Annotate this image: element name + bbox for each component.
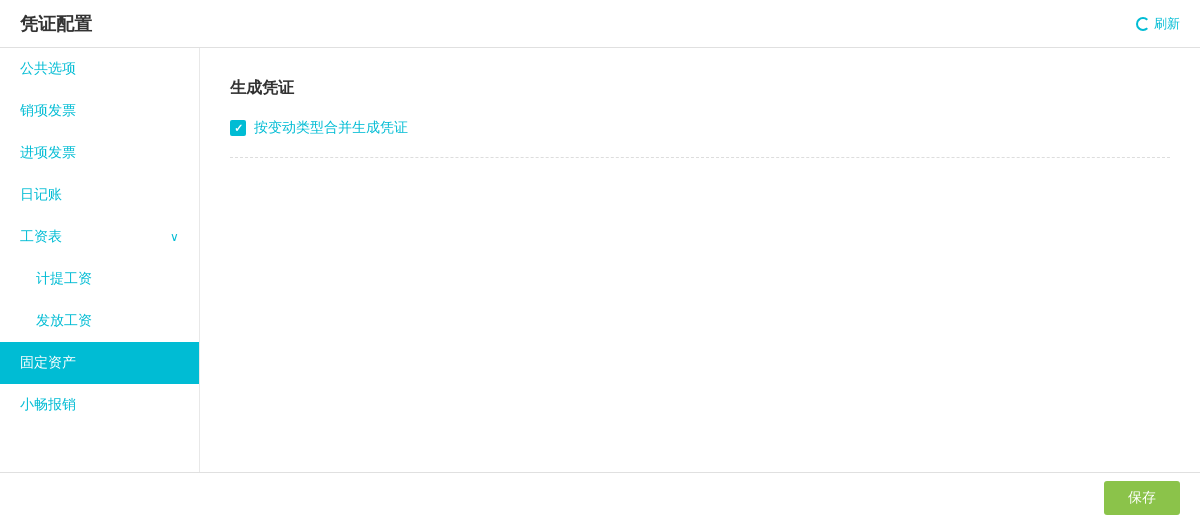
sidebar-item-label: 固定资产 (20, 354, 76, 372)
sidebar-item-label: 工资表 (20, 228, 62, 246)
refresh-label: 刷新 (1154, 15, 1180, 33)
page-title: 凭证配置 (20, 12, 92, 36)
refresh-icon (1136, 17, 1150, 31)
sidebar: 公共选项销项发票进项发票日记账工资表 ∨ 计提工资发放工资固定资产小畅报销 (0, 48, 200, 472)
sidebar-item-label: 发放工资 (36, 312, 92, 330)
refresh-button[interactable]: 刷新 (1136, 15, 1180, 33)
sidebar-item-label: 日记账 (20, 186, 62, 204)
page-wrapper: 凭证配置 刷新 公共选项销项发票进项发票日记账工资表 ∨ 计提工资发放工资固定资产小… (0, 0, 1200, 522)
sidebar-item-sales-invoice[interactable]: 销项发票 (0, 90, 199, 132)
merge-checkbox[interactable] (230, 120, 246, 136)
sidebar-item-payroll[interactable]: 工资表 ∨ (0, 216, 199, 258)
sidebar-item-expense[interactable]: 小畅报销 (0, 384, 199, 426)
chevron-down-icon: ∨ (170, 230, 179, 244)
sidebar-item-journal[interactable]: 日记账 (0, 174, 199, 216)
sidebar-item-purchase-invoice[interactable]: 进项发票 (0, 132, 199, 174)
sidebar-item-public[interactable]: 公共选项 (0, 48, 199, 90)
section-divider (230, 157, 1170, 158)
sidebar-item-label: 销项发票 (20, 102, 76, 120)
section-title: 生成凭证 (230, 78, 1170, 99)
main-content: 生成凭证 按变动类型合并生成凭证 (200, 48, 1200, 472)
sidebar-item-payroll-issue[interactable]: 发放工资 (0, 300, 199, 342)
sidebar-item-label: 计提工资 (36, 270, 92, 288)
footer: 保存 (0, 472, 1200, 522)
save-button[interactable]: 保存 (1104, 481, 1180, 515)
sidebar-item-accrual[interactable]: 计提工资 (0, 258, 199, 300)
sidebar-item-fixed-assets[interactable]: 固定资产 (0, 342, 199, 384)
header: 凭证配置 刷新 (0, 0, 1200, 48)
sidebar-item-label: 小畅报销 (20, 396, 76, 414)
sidebar-item-label: 公共选项 (20, 60, 76, 78)
sidebar-item-label: 进项发票 (20, 144, 76, 162)
checkbox-row: 按变动类型合并生成凭证 (230, 119, 1170, 137)
content-area: 公共选项销项发票进项发票日记账工资表 ∨ 计提工资发放工资固定资产小畅报销 生成凭证… (0, 48, 1200, 472)
checkbox-label[interactable]: 按变动类型合并生成凭证 (254, 119, 408, 137)
